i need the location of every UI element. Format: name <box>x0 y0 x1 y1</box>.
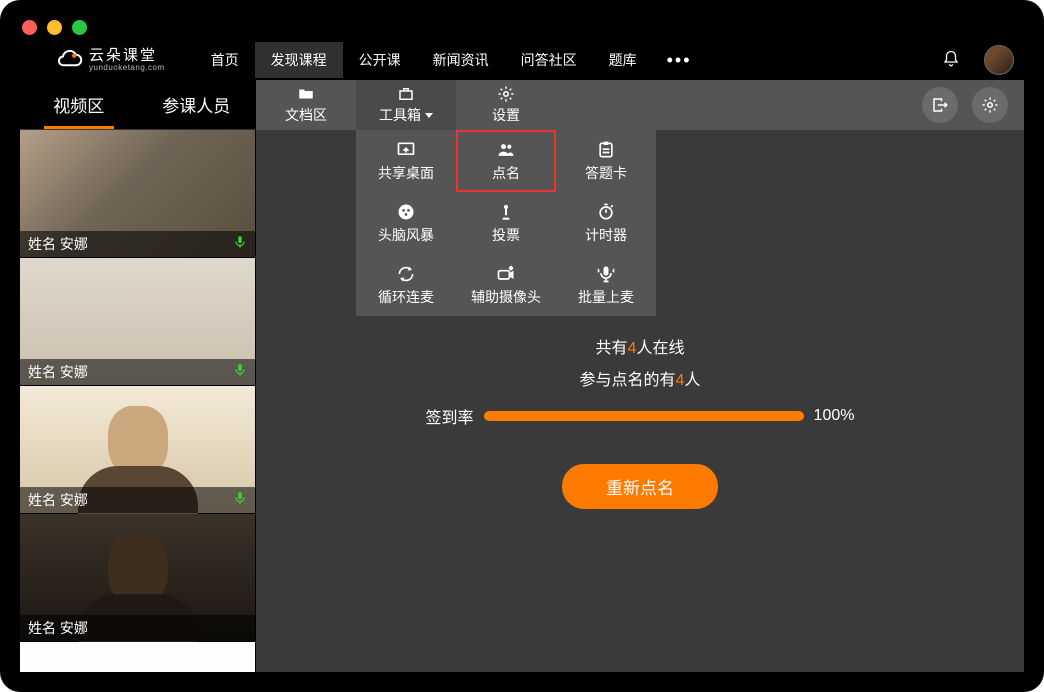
vote-icon <box>495 202 517 222</box>
notifications-icon[interactable] <box>942 50 960 71</box>
video-name-bar: 姓名 安娜 <box>20 359 255 385</box>
participant-name: 姓名 安娜 <box>28 490 88 510</box>
window-controls <box>22 20 87 35</box>
video-tile[interactable]: 姓名 安娜 <box>20 514 255 642</box>
roll-call-icon <box>495 140 517 160</box>
top-nav: 首页 发现课程 公开课 新闻资讯 问答社区 题库 ••• <box>195 42 706 78</box>
toolbox-icon <box>396 85 416 103</box>
tool-tab-toolbox[interactable]: 工具箱 <box>356 80 456 130</box>
tool-bar: 文档区 工具箱 设置 <box>256 80 1024 130</box>
nav-more-button[interactable]: ••• <box>653 50 706 71</box>
participant-name: 姓名 安娜 <box>28 362 88 382</box>
nav-discover-courses[interactable]: 发现课程 <box>255 42 343 78</box>
tool-timer[interactable]: 计时器 <box>556 192 656 254</box>
tool-brainstorm[interactable]: 头脑风暴 <box>356 192 456 254</box>
restart-rollcall-button[interactable]: 重新点名 <box>562 464 718 509</box>
share-screen-icon <box>395 140 417 160</box>
video-tile[interactable]: 姓名 安娜 <box>20 386 255 514</box>
tool-roll-call[interactable]: 点名 <box>456 130 556 192</box>
mic-on-icon[interactable] <box>233 234 247 255</box>
exit-button[interactable] <box>922 87 958 123</box>
tool-loop-mic[interactable]: 循环连麦 <box>356 254 456 316</box>
sidebar: 视频区 参课人员 姓名 安娜 姓名 安娜 <box>20 80 256 672</box>
toolbar-right <box>922 80 1024 130</box>
logo-text-cn: 云朵课堂 <box>89 48 165 64</box>
nav-qa-community[interactable]: 问答社区 <box>505 42 593 78</box>
video-list: 姓名 安娜 姓名 安娜 <box>20 130 255 672</box>
tab-video-area[interactable]: 视频区 <box>20 80 138 129</box>
video-tile-empty <box>20 642 255 672</box>
mic-on-icon[interactable] <box>233 362 247 383</box>
answer-card-icon <box>595 140 617 160</box>
close-window-button[interactable] <box>22 20 37 35</box>
nav-home[interactable]: 首页 <box>195 42 255 78</box>
video-tile[interactable]: 姓名 安娜 <box>20 258 255 386</box>
tool-answer-card[interactable]: 答题卡 <box>556 130 656 192</box>
folder-icon <box>296 85 316 103</box>
tool-tab-documents[interactable]: 文档区 <box>256 80 356 130</box>
loop-mic-icon <box>395 264 417 284</box>
batch-mic-icon <box>595 264 617 284</box>
video-tile[interactable]: 姓名 安娜 <box>20 130 255 258</box>
tool-vote[interactable]: 投票 <box>456 192 556 254</box>
sidebar-tabs: 视频区 参课人员 <box>20 80 255 130</box>
participated-count-line: 参与点名的有4人 <box>580 366 701 390</box>
online-count-line: 共有4人在线 <box>596 334 685 358</box>
brand-logo[interactable]: 云朵课堂 yunduoketang.com <box>55 46 165 74</box>
checkin-rate-row: 签到率 100% <box>426 404 855 428</box>
minimize-window-button[interactable] <box>47 20 62 35</box>
aux-camera-icon <box>495 264 517 284</box>
tool-batch-mic[interactable]: 批量上麦 <box>556 254 656 316</box>
video-name-bar: 姓名 安娜 <box>20 615 255 641</box>
video-name-bar: 姓名 安娜 <box>20 231 255 257</box>
topbar-right <box>942 45 1014 75</box>
user-avatar[interactable] <box>984 45 1014 75</box>
participant-name: 姓名 安娜 <box>28 618 88 638</box>
logo-text-en: yunduoketang.com <box>89 64 165 72</box>
tool-share-screen[interactable]: 共享桌面 <box>356 130 456 192</box>
settings-button[interactable] <box>972 87 1008 123</box>
tool-aux-camera[interactable]: 辅助摄像头 <box>456 254 556 316</box>
checkin-rate-pct: 100% <box>814 407 855 425</box>
app-body: 视频区 参课人员 姓名 安娜 姓名 安娜 <box>20 80 1024 672</box>
nav-question-bank[interactable]: 题库 <box>593 42 653 78</box>
chevron-down-icon <box>425 113 433 118</box>
tab-participants[interactable]: 参课人员 <box>138 80 256 129</box>
nav-news[interactable]: 新闻资讯 <box>417 42 505 78</box>
top-bar: 云朵课堂 yunduoketang.com 首页 发现课程 公开课 新闻资讯 问… <box>20 42 1024 78</box>
gear-icon <box>981 96 999 114</box>
toolbox-dropdown: 共享桌面 点名 答题卡 头脑风暴 投票 <box>356 130 656 316</box>
cloud-logo-icon <box>55 46 83 74</box>
nav-open-class[interactable]: 公开课 <box>343 42 417 78</box>
brainstorm-icon <box>395 202 417 222</box>
tool-tab-settings[interactable]: 设置 <box>456 80 556 130</box>
video-name-bar: 姓名 安娜 <box>20 487 255 513</box>
participant-name: 姓名 安娜 <box>28 234 88 254</box>
timer-icon <box>595 202 617 222</box>
maximize-window-button[interactable] <box>72 20 87 35</box>
gear-icon <box>496 85 516 103</box>
checkin-rate-bar <box>484 411 804 421</box>
checkin-rate-label: 签到率 <box>426 404 474 428</box>
app-window: 云朵课堂 yunduoketang.com 首页 发现课程 公开课 新闻资讯 问… <box>0 0 1044 692</box>
exit-icon <box>931 96 949 114</box>
main-panel: 文档区 工具箱 设置 <box>256 80 1024 672</box>
mic-on-icon[interactable] <box>233 490 247 511</box>
